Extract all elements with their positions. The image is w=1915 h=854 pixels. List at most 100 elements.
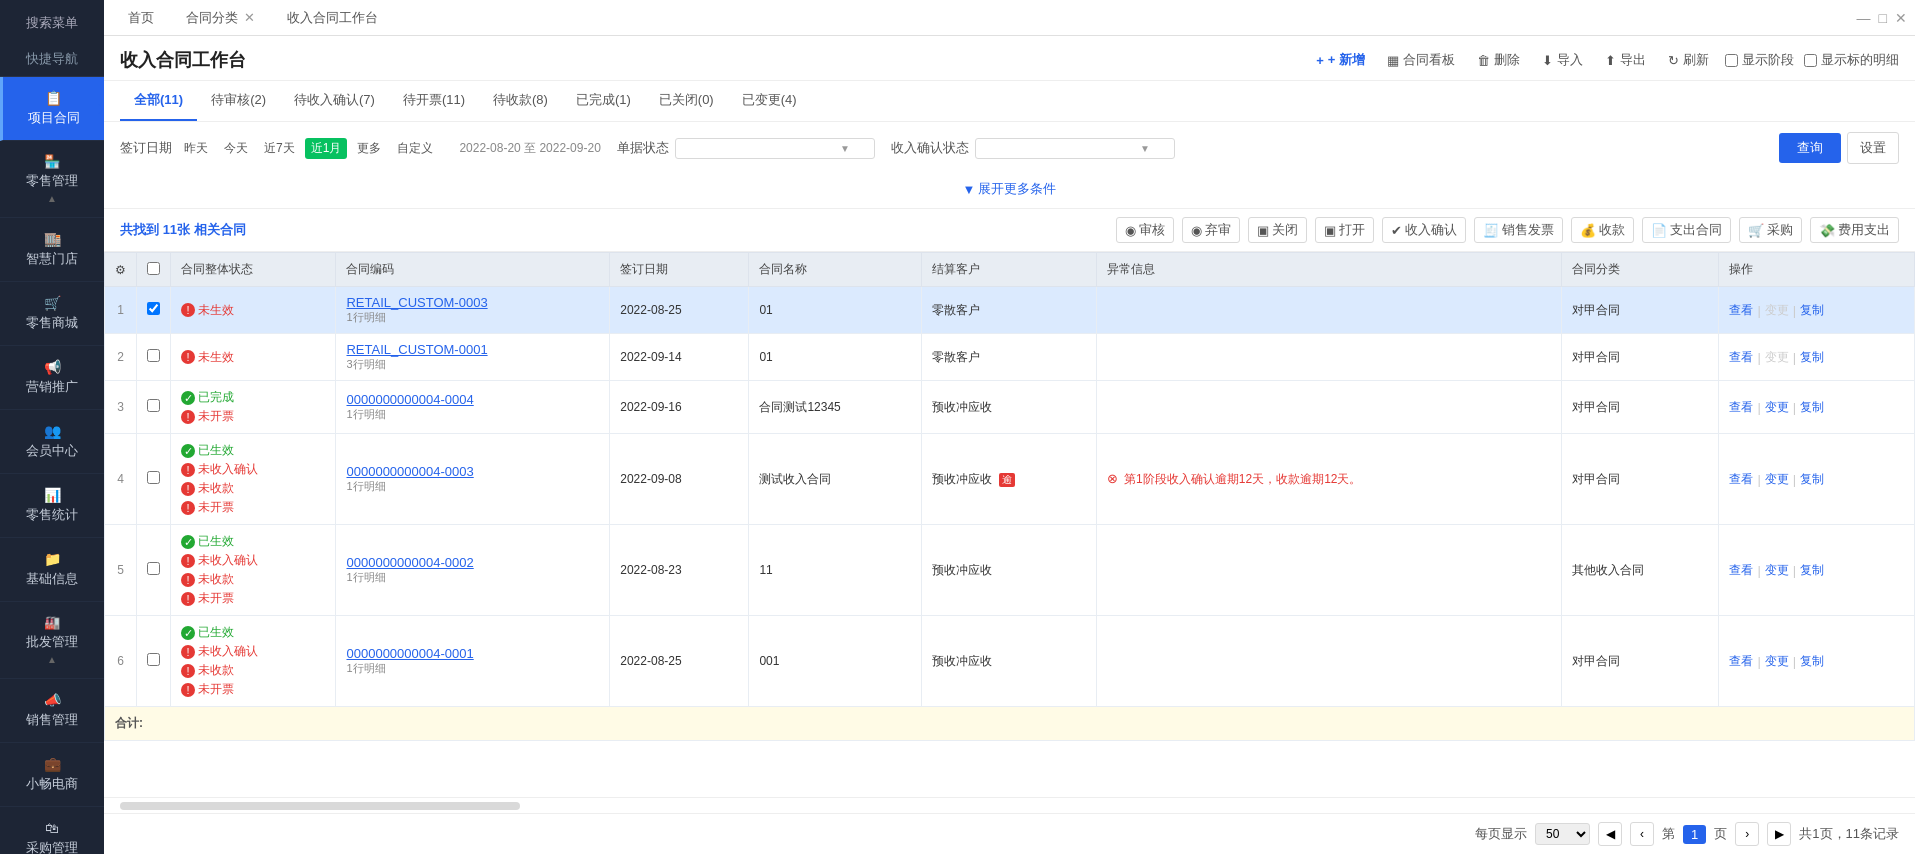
sidebar-search[interactable]: 搜索菜单: [0, 0, 104, 42]
status-tab-completed[interactable]: 已完成(1): [562, 81, 645, 121]
col-settings[interactable]: ⚙: [105, 253, 137, 287]
import-button[interactable]: ⬇ 导入: [1536, 48, 1589, 72]
view-btn[interactable]: 查看: [1729, 302, 1753, 319]
new-button[interactable]: + + 新增: [1310, 48, 1371, 72]
delete-button[interactable]: 🗑 删除: [1471, 48, 1526, 72]
change-btn[interactable]: 变更: [1765, 302, 1789, 319]
sidebar-item-retail-mgmt[interactable]: 🏪 零售管理 ▲: [0, 141, 104, 218]
income-confirm-btn[interactable]: ✔ 收入确认: [1382, 217, 1466, 243]
page-size-select[interactable]: 50 100 200: [1535, 823, 1590, 845]
change-btn[interactable]: 变更: [1765, 471, 1789, 488]
contract-code-link[interactable]: RETAIL_CUSTOM-0003: [346, 295, 599, 310]
sales-invoice-btn[interactable]: 🧾 销售发票: [1474, 217, 1563, 243]
row-select-checkbox[interactable]: [147, 399, 160, 412]
expense-out-btn[interactable]: 💸 费用支出: [1810, 217, 1899, 243]
status-tab-changed[interactable]: 已变更(4): [728, 81, 811, 121]
query-button[interactable]: 查询: [1779, 133, 1841, 163]
sidebar-item-marketing2[interactable]: 📣 销售管理: [0, 679, 104, 743]
row-select-checkbox[interactable]: [147, 349, 160, 362]
expand-filter-btn[interactable]: ▼ 展开更多条件: [963, 180, 1057, 198]
sidebar-item-xc-ecom[interactable]: 🛍 采购管理: [0, 807, 104, 854]
contract-board-button[interactable]: ▦ 合同看板: [1381, 48, 1461, 72]
open-btn[interactable]: ▣ 打开: [1315, 217, 1374, 243]
col-select-all[interactable]: [137, 253, 171, 287]
horizontal-scrollbar[interactable]: [120, 802, 520, 810]
show-marks-input[interactable]: [1804, 54, 1817, 67]
status-tab-closed[interactable]: 已关闭(0): [645, 81, 728, 121]
close-btn[interactable]: ▣ 关闭: [1248, 217, 1307, 243]
export-button[interactable]: ⬆ 导出: [1599, 48, 1652, 72]
view-btn[interactable]: 查看: [1729, 471, 1753, 488]
close-window-icon[interactable]: ✕: [1895, 10, 1907, 26]
sidebar-item-wholesale[interactable]: 🏭 批发管理 ▲: [0, 602, 104, 679]
copy-btn[interactable]: 复制: [1800, 302, 1824, 319]
change-btn[interactable]: 变更: [1765, 399, 1789, 416]
row-checkbox[interactable]: [137, 616, 171, 707]
last1month-btn[interactable]: 近1月: [305, 138, 348, 159]
sidebar-item-member[interactable]: 👥 会员中心: [0, 410, 104, 474]
change-btn[interactable]: 变更: [1765, 562, 1789, 579]
sidebar-nav[interactable]: 快捷导航: [0, 42, 104, 77]
contract-code-link[interactable]: 0000000000004-0003: [346, 464, 599, 479]
row-checkbox[interactable]: [137, 525, 171, 616]
view-btn[interactable]: 查看: [1729, 399, 1753, 416]
copy-btn[interactable]: 复制: [1800, 349, 1824, 366]
sidebar-item-project[interactable]: 📋 项目合同: [0, 77, 104, 141]
status-tab-pending-invoice[interactable]: 待开票(11): [389, 81, 479, 121]
show-marks-checkbox[interactable]: 显示标的明细: [1804, 51, 1899, 69]
tab-home[interactable]: 首页: [112, 1, 170, 35]
contract-code-link[interactable]: 0000000000004-0001: [346, 646, 599, 661]
sidebar-item-retail-mall[interactable]: 🛒 零售商城: [0, 282, 104, 346]
prev-page-btn[interactable]: ‹: [1630, 822, 1654, 846]
row-select-checkbox[interactable]: [147, 302, 160, 315]
row-checkbox[interactable]: [137, 381, 171, 434]
row-checkbox[interactable]: [137, 287, 171, 334]
copy-btn[interactable]: 复制: [1800, 653, 1824, 670]
row-select-checkbox[interactable]: [147, 471, 160, 484]
minimize-icon[interactable]: —: [1857, 10, 1871, 26]
sidebar-item-sales-mgmt[interactable]: 💼 小畅电商: [0, 743, 104, 807]
review-btn[interactable]: ◉ 审核: [1116, 217, 1174, 243]
copy-btn[interactable]: 复制: [1800, 471, 1824, 488]
more-btn[interactable]: 更多: [351, 138, 387, 159]
purchase-btn[interactable]: 🛒 采购: [1739, 217, 1802, 243]
row-select-checkbox[interactable]: [147, 562, 160, 575]
tab-contract-cat[interactable]: 合同分类 ✕: [170, 1, 271, 35]
view-btn[interactable]: 查看: [1729, 349, 1753, 366]
status-tab-pending-payment[interactable]: 待收款(8): [479, 81, 562, 121]
select-all-checkbox[interactable]: [147, 262, 160, 275]
sidebar-item-smart-store[interactable]: 🏬 智慧门店: [0, 218, 104, 282]
contract-code-link[interactable]: 0000000000004-0002: [346, 555, 599, 570]
custom-btn[interactable]: 自定义: [391, 138, 439, 159]
today-btn[interactable]: 今天: [218, 138, 254, 159]
status-tab-pending-confirm[interactable]: 待收入确认(7): [280, 81, 389, 121]
copy-btn[interactable]: 复制: [1800, 399, 1824, 416]
abandon-btn[interactable]: ◉ 弃审: [1182, 217, 1240, 243]
maximize-icon[interactable]: □: [1879, 10, 1887, 26]
last7days-btn[interactable]: 近7天: [258, 138, 301, 159]
status-tab-pending-review[interactable]: 待审核(2): [197, 81, 280, 121]
yesterday-btn[interactable]: 昨天: [178, 138, 214, 159]
contract-code-link[interactable]: 0000000000004-0004: [346, 392, 599, 407]
status-tab-all[interactable]: 全部(11): [120, 81, 197, 121]
contract-code-link[interactable]: RETAIL_CUSTOM-0001: [346, 342, 599, 357]
settings-button[interactable]: 设置: [1847, 132, 1899, 164]
last-page-btn[interactable]: ▶: [1767, 822, 1791, 846]
close-tab-income-icon[interactable]: ✕: [384, 11, 393, 24]
sidebar-item-retail-stat[interactable]: 📊 零售统计: [0, 474, 104, 538]
show-segments-input[interactable]: [1725, 54, 1738, 67]
payment-out-btn[interactable]: 📄 支出合同: [1642, 217, 1731, 243]
tab-income-workbench[interactable]: 收入合同工作台 ✕: [271, 1, 409, 35]
view-btn[interactable]: 查看: [1729, 562, 1753, 579]
payment-btn[interactable]: 💰 收款: [1571, 217, 1634, 243]
sidebar-item-marketing[interactable]: 📢 营销推广: [0, 346, 104, 410]
view-btn[interactable]: 查看: [1729, 653, 1753, 670]
doc-status-select[interactable]: ▼: [675, 138, 875, 159]
copy-btn[interactable]: 复制: [1800, 562, 1824, 579]
show-segments-checkbox[interactable]: 显示阶段: [1725, 51, 1794, 69]
first-page-btn[interactable]: ◀: [1598, 822, 1622, 846]
change-btn[interactable]: 变更: [1765, 349, 1789, 366]
refresh-button[interactable]: ↻ 刷新: [1662, 48, 1715, 72]
row-select-checkbox[interactable]: [147, 653, 160, 666]
close-tab-contract-cat-icon[interactable]: ✕: [244, 10, 255, 25]
